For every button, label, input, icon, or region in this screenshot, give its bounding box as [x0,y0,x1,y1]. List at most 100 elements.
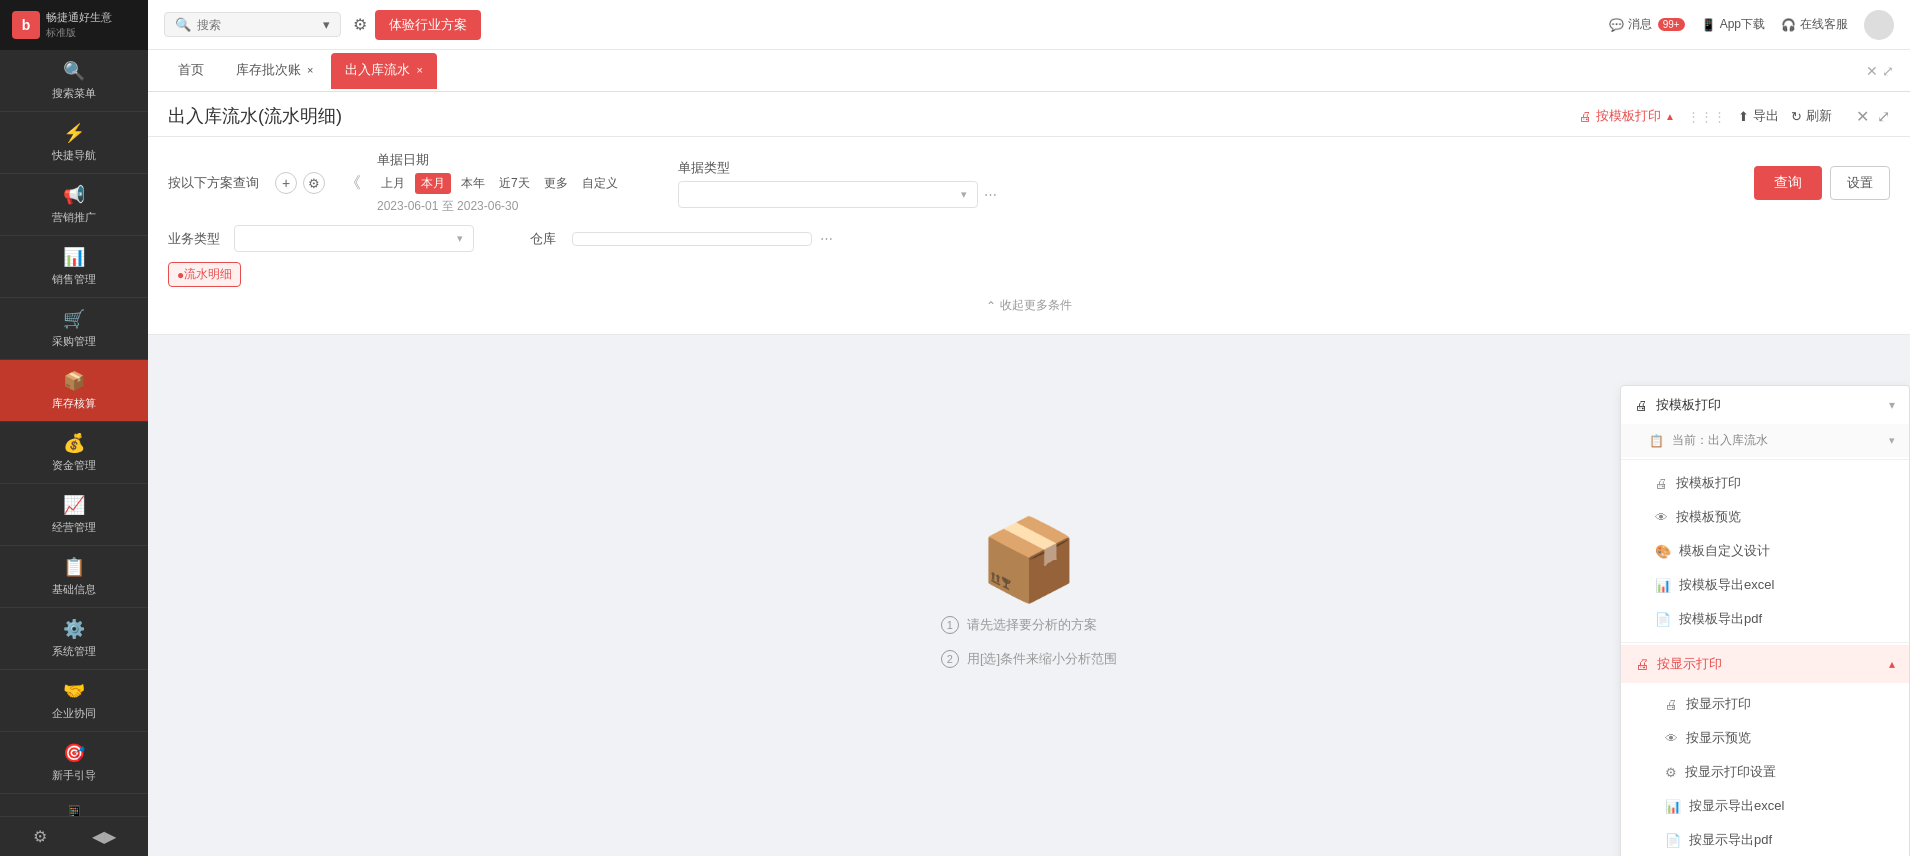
warehouse-ellipsis[interactable]: ⋯ [820,231,833,246]
marketing-icon: 📢 [63,184,85,206]
tab-home[interactable]: 首页 [164,53,218,89]
refresh-btn[interactable]: ↻ 刷新 [1791,107,1832,125]
collapse-bar[interactable]: ⌃ 收起更多条件 [168,291,1890,320]
dp-template-excel-item[interactable]: 📊 按模板导出excel [1641,568,1909,602]
online-service-item[interactable]: 🎧 在线客服 [1781,16,1848,33]
doc-type-select[interactable]: ▾ [678,181,978,208]
inventory-icon: 📦 [63,370,85,392]
active-filter-tag[interactable]: ● 流水明细 [168,262,241,287]
filter-settings-btn[interactable]: ⚙ [303,172,325,194]
sidebar-item-marketing[interactable]: 📢 营销推广 [0,174,148,236]
dp-template-excel-label: 按模板导出excel [1679,576,1774,594]
export-btn[interactable]: ⬆ 导出 [1738,107,1779,125]
filter-actions: + ⚙ [275,172,325,194]
tab-batch-close[interactable]: × [307,64,313,76]
settings-footer-icon[interactable]: ⚙ [33,827,47,846]
dp-template-preview-item[interactable]: 👁 按模板预览 [1641,500,1909,534]
sidebar-item-finance[interactable]: 💰 资金管理 [0,422,148,484]
topbar-gear-icon[interactable]: ⚙ [353,15,367,34]
industry-btn[interactable]: 体验行业方案 [375,10,481,40]
sidebar-item-search[interactable]: 🔍 搜索菜单 [0,50,148,112]
tab-flow-close[interactable]: × [416,64,422,76]
doc-type-select-wrap: ▾ ⋯ [678,181,997,208]
dp-disp-preview-label: 按显示预览 [1686,729,1751,747]
collapse-footer-icon[interactable]: ◀▶ [92,827,116,846]
close-window-icon[interactable]: ✕ [1856,107,1869,126]
sidebar-item-sales[interactable]: 📊 销售管理 [0,236,148,298]
sidebar-item-system[interactable]: ⚙️ 系统管理 [0,608,148,670]
filter-collapse-icon[interactable]: 《 [345,173,361,194]
purchase-label: 采购管理 [52,334,96,349]
sidebar-item-guide[interactable]: 🎯 新手引导 [0,732,148,794]
filter-tag-area: 业务类型 ▾ [168,225,474,252]
doc-type-ellipsis[interactable]: ⋯ [984,187,997,202]
cooperation-label: 企业协同 [52,706,96,721]
tab-expand-icon[interactable]: ⤢ [1882,63,1894,79]
export-label: 导出 [1753,107,1779,125]
sidebar: b 畅捷通好生意 标准版 🔍 搜索菜单 ⚡ 快捷导航 📢 营销推广 📊 销售管理… [0,0,148,856]
filter-add-btn[interactable]: + [275,172,297,194]
dp-disp-settings-label: 按显示打印设置 [1685,763,1776,781]
biz-type-select[interactable]: ▾ [234,225,474,252]
dp-template-custom-label: 模板自定义设计 [1679,542,1770,560]
date-tab-lastmonth[interactable]: 上月 [377,173,409,194]
dp-display-settings-item[interactable]: ⚙ 按显示打印设置 [1651,755,1909,789]
tab-flow[interactable]: 出入库流水 × [331,53,436,89]
basic-icon: 📋 [63,556,85,578]
sidebar-item-purchase[interactable]: 🛒 采购管理 [0,298,148,360]
search-dropdown-icon[interactable]: ▾ [323,17,330,32]
sidebar-item-cooperation[interactable]: 🤝 企业协同 [0,670,148,732]
user-avatar[interactable] [1864,10,1894,40]
online-service-label: 在线客服 [1800,16,1848,33]
main-content: 🔍 ▾ ⚙ 体验行业方案 💬 消息 99+ 📱 App下载 🎧 [148,0,1910,856]
query-btn[interactable]: 查询 [1754,166,1822,200]
dp-disp-excel-icon: 📊 [1665,799,1681,814]
msg-item[interactable]: 💬 消息 99+ [1609,16,1685,33]
sidebar-item-quicknav[interactable]: ⚡ 快捷导航 [0,112,148,174]
step-2-num: 2 [941,650,959,668]
tab-close-all-icon[interactable]: ✕ [1866,63,1878,79]
dp-template-items: 🖨 按模板打印 👁 按模板预览 🎨 模板自定义设计 📊 [1621,462,1909,640]
dp-template-custom-item[interactable]: 🎨 模板自定义设计 [1641,534,1909,568]
warehouse-select[interactable] [572,232,812,246]
set-btn[interactable]: 设置 [1830,166,1890,200]
sidebar-item-operations[interactable]: 📈 经营管理 [0,484,148,546]
dropdown-panel: 🖨 按模板打印 ▾ 📋 当前：出入库流水 ▾ [1620,385,1910,856]
filter-row-2: 业务类型 ▾ 仓库 ⋯ [168,225,1890,252]
dp-display-arrow: ▴ [1889,657,1895,671]
sidebar-item-appcenter[interactable]: 📱 应用中心 [0,794,148,816]
dp-display-excel-item[interactable]: 📊 按显示导出excel [1651,789,1909,823]
dp-display-header-text: 🖨 按显示打印 [1635,655,1722,673]
dp-display-print-item[interactable]: 🖨 按显示打印 [1651,687,1909,721]
date-tab-thismonth[interactable]: 本月 [415,173,451,194]
search-icon: 🔍 [63,60,85,82]
page-title: 出入库流水(流水明细) [168,104,342,128]
date-tab-7days[interactable]: 近7天 [495,173,534,194]
dp-display-pdf-item[interactable]: 📄 按显示导出pdf [1651,823,1909,856]
sidebar-item-inventory[interactable]: 📦 库存核算 [0,360,148,422]
dp-template-print-icon: 🖨 [1655,476,1668,491]
tab-batch[interactable]: 库存批次账 × [222,53,327,89]
dp-template-print-item[interactable]: 🖨 按模板打印 [1641,466,1909,500]
date-tab-more[interactable]: 更多 [540,173,572,194]
topbar-left: 🔍 ▾ ⚙ 体验行业方案 [164,10,481,40]
dp-template-header[interactable]: 🖨 按模板打印 ▾ [1621,386,1909,424]
step-1-num: 1 [941,616,959,634]
dp-display-label: 按显示打印 [1657,655,1722,673]
app-download-item[interactable]: 📱 App下载 [1701,16,1765,33]
dp-display-preview-item[interactable]: 👁 按显示预览 [1651,721,1909,755]
search-input[interactable] [197,18,317,32]
empty-step-2: 2 用[选]条件来缩小分析范围 [941,646,1117,672]
dp-display-print-icon: 🖨 [1635,656,1649,672]
tab-home-label: 首页 [178,61,204,79]
app-download-label: App下载 [1720,16,1765,33]
date-tab-custom[interactable]: 自定义 [578,173,622,194]
print-template-btn[interactable]: 🖨 按模板打印 ▲ [1579,107,1675,125]
dp-display-header[interactable]: 🖨 按显示打印 ▴ [1621,645,1909,683]
filter-row-1: 按以下方案查询 + ⚙ 《 单据日期 上月 本月 本年 近7天 [168,151,1890,215]
dp-template-pdf-item[interactable]: 📄 按模板导出pdf [1641,602,1909,636]
expand-window-icon[interactable]: ⤢ [1877,107,1890,126]
msg-icon: 💬 [1609,18,1624,32]
date-tab-thisyear[interactable]: 本年 [457,173,489,194]
sidebar-item-basic[interactable]: 📋 基础信息 [0,546,148,608]
